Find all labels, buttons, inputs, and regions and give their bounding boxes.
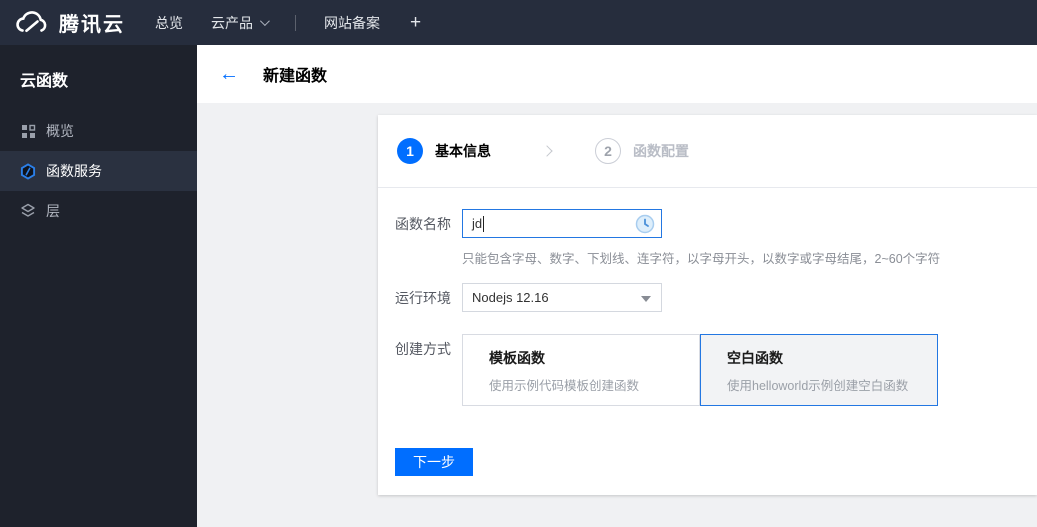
chevron-down-icon xyxy=(259,16,270,27)
top-navigation: 总览 云产品 网站备案 + xyxy=(155,12,421,34)
runtime-select[interactable]: Nodejs 12.16 xyxy=(462,283,662,312)
topbar: 腾讯云 总览 云产品 网站备案 + xyxy=(0,0,1037,45)
sidebar-item-layers[interactable]: 层 xyxy=(0,191,197,231)
creation-method-label: 创建方式 xyxy=(395,341,451,357)
text-caret xyxy=(483,215,485,232)
add-tab-button[interactable]: + xyxy=(410,12,421,34)
function-name-row: 函数名称 jd 只能包含字母、数字、下划线、连字符，以字母开头，以数字或字母结尾… xyxy=(395,209,1037,266)
method-card-title: 模板函数 xyxy=(489,350,545,366)
method-card-desc: 使用helloworld示例创建空白函数 xyxy=(727,379,909,393)
create-function-card: 1 基本信息 2 函数配置 函数名称 jd 只能包含字母、数字、下划线、连字符，… xyxy=(378,115,1037,495)
function-name-help: 只能包含字母、数字、下划线、连字符，以字母开头，以数字或字母结尾，2~60个字符 xyxy=(462,252,941,266)
function-name-value: jd xyxy=(472,216,483,231)
sidebar-item-label: 层 xyxy=(46,203,60,219)
topbar-divider xyxy=(295,14,296,31)
nav-cloud-products-label: 云产品 xyxy=(211,14,253,31)
function-name-input[interactable]: jd xyxy=(462,209,662,238)
step-2-label: 函数配置 xyxy=(633,143,689,159)
function-name-label: 函数名称 xyxy=(395,216,451,232)
layers-icon xyxy=(20,203,36,219)
step-chevron-icon xyxy=(541,145,553,157)
sidebar-item-function-service[interactable]: 函数服务 xyxy=(0,151,197,191)
sidebar-item-label: 概览 xyxy=(46,123,74,139)
step-1-label: 基本信息 xyxy=(435,143,491,159)
cloud-logo-icon xyxy=(14,10,50,36)
nav-icp-record[interactable]: 网站备案 xyxy=(324,13,380,33)
grid-icon xyxy=(20,123,36,139)
method-card-title: 空白函数 xyxy=(727,350,783,366)
method-cards: 模板函数 使用示例代码模板创建函数 空白函数 使用helloworld示例创建空… xyxy=(462,334,938,406)
method-card-desc: 使用示例代码模板创建函数 xyxy=(489,379,640,393)
next-step-button[interactable]: 下一步 xyxy=(395,448,473,476)
clock-icon[interactable] xyxy=(635,214,655,239)
basic-info-form: 函数名称 jd 只能包含字母、数字、下划线、连字符，以字母开头，以数字或字母结尾… xyxy=(378,188,1037,476)
method-card-blank[interactable]: 空白函数 使用helloworld示例创建空白函数 xyxy=(700,334,938,406)
runtime-row: 运行环境 Nodejs 12.16 xyxy=(395,283,1037,312)
sidebar-item-label: 函数服务 xyxy=(46,163,102,179)
step-wizard: 1 基本信息 2 函数配置 xyxy=(378,115,1037,188)
page-title: 新建函数 xyxy=(263,68,328,85)
scf-hexagon-icon xyxy=(20,162,36,180)
runtime-label: 运行环境 xyxy=(395,290,451,306)
sidebar: 云函数 概览 函数服务 层 xyxy=(0,45,197,527)
tencent-cloud-logo[interactable]: 腾讯云 xyxy=(14,8,125,37)
sidebar-item-overview[interactable]: 概览 xyxy=(0,111,197,151)
sidebar-title: 云函数 xyxy=(20,73,69,90)
nav-overview[interactable]: 总览 xyxy=(155,13,183,33)
method-card-template[interactable]: 模板函数 使用示例代码模板创建函数 xyxy=(462,334,700,406)
creation-method-row: 创建方式 模板函数 使用示例代码模板创建函数 空白函数 使用helloworld… xyxy=(395,334,1037,406)
runtime-value: Nodejs 12.16 xyxy=(472,290,549,305)
brand-name: 腾讯云 xyxy=(59,14,125,36)
nav-cloud-products[interactable]: 云产品 xyxy=(211,13,270,33)
page-header: ← 新建函数 xyxy=(197,45,1037,103)
main-area: ← 新建函数 1 基本信息 2 函数配置 函数名称 jd 只能包含字母、数字、下… xyxy=(197,45,1037,527)
back-button[interactable]: ← xyxy=(219,64,239,84)
dropdown-arrow-icon xyxy=(641,296,651,302)
step-2-circle: 2 xyxy=(595,138,621,164)
step-1-circle: 1 xyxy=(397,138,423,164)
